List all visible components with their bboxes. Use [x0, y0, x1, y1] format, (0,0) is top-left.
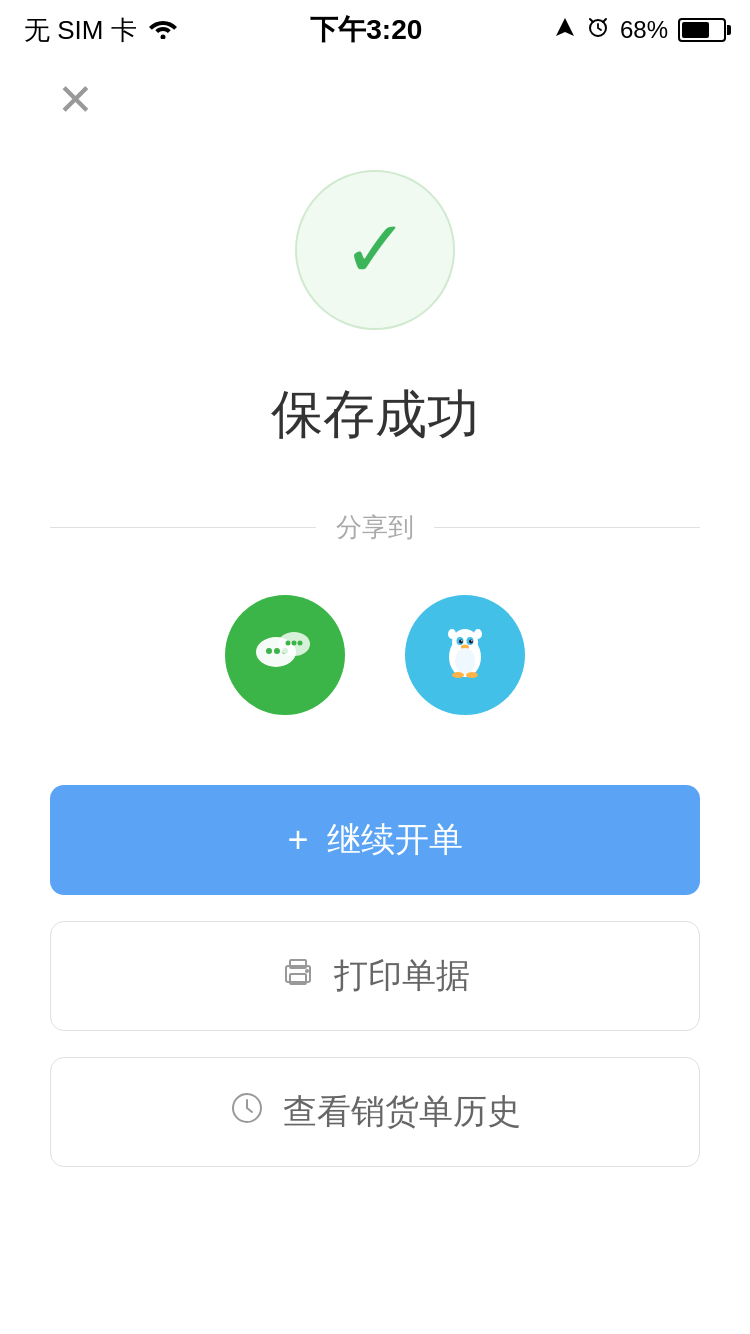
continue-button[interactable]: + 继续开单	[50, 785, 700, 895]
plus-icon: +	[287, 819, 308, 861]
share-label: 分享到	[336, 510, 414, 545]
main-content: ✓ 保存成功 分享到	[0, 60, 750, 1167]
share-icons	[225, 595, 525, 715]
svg-point-9	[298, 641, 303, 646]
svg-point-4	[274, 648, 280, 654]
history-button[interactable]: 查看销货单历史	[50, 1057, 700, 1167]
svg-point-16	[461, 640, 462, 641]
svg-point-22	[448, 629, 456, 639]
status-bar: 无 SIM 卡 下午3:20 68%	[0, 0, 750, 60]
action-buttons: + 继续开单 打印单据 查看销货单历史	[50, 785, 700, 1167]
success-circle: ✓	[295, 170, 455, 330]
divider-line-right	[434, 527, 700, 528]
share-divider: 分享到	[50, 510, 700, 545]
status-left: 无 SIM 卡	[24, 13, 179, 48]
svg-point-17	[471, 640, 472, 641]
qq-icon	[432, 622, 498, 688]
svg-point-0	[160, 34, 165, 39]
clock-icon	[229, 1090, 265, 1135]
svg-point-21	[466, 672, 478, 678]
checkmark-icon: ✓	[342, 210, 409, 290]
svg-point-23	[474, 629, 482, 639]
svg-point-8	[292, 641, 297, 646]
print-icon	[280, 954, 316, 999]
success-title: 保存成功	[271, 380, 479, 450]
print-label: 打印单据	[334, 953, 470, 999]
svg-point-14	[459, 640, 463, 644]
wechat-share-button[interactable]	[225, 595, 345, 715]
divider-line-left	[50, 527, 316, 528]
status-right: 68%	[554, 15, 726, 45]
alarm-icon	[586, 15, 610, 45]
svg-point-27	[305, 969, 309, 973]
continue-label: 继续开单	[327, 817, 463, 863]
wifi-icon	[147, 15, 179, 46]
wechat-icon	[250, 620, 320, 690]
status-time: 下午3:20	[310, 11, 422, 49]
svg-point-3	[266, 648, 272, 654]
svg-point-19	[455, 648, 475, 674]
sim-text: 无 SIM 卡	[24, 13, 137, 48]
close-icon: ✕	[57, 78, 94, 122]
svg-point-15	[469, 640, 473, 644]
battery-percent: 68%	[620, 16, 668, 44]
qq-share-button[interactable]	[405, 595, 525, 715]
location-icon	[554, 16, 576, 44]
battery-icon	[678, 18, 726, 42]
svg-point-7	[286, 641, 291, 646]
close-button[interactable]: ✕	[50, 75, 100, 125]
print-button[interactable]: 打印单据	[50, 921, 700, 1031]
history-label: 查看销货单历史	[283, 1089, 521, 1135]
svg-point-20	[452, 672, 464, 678]
